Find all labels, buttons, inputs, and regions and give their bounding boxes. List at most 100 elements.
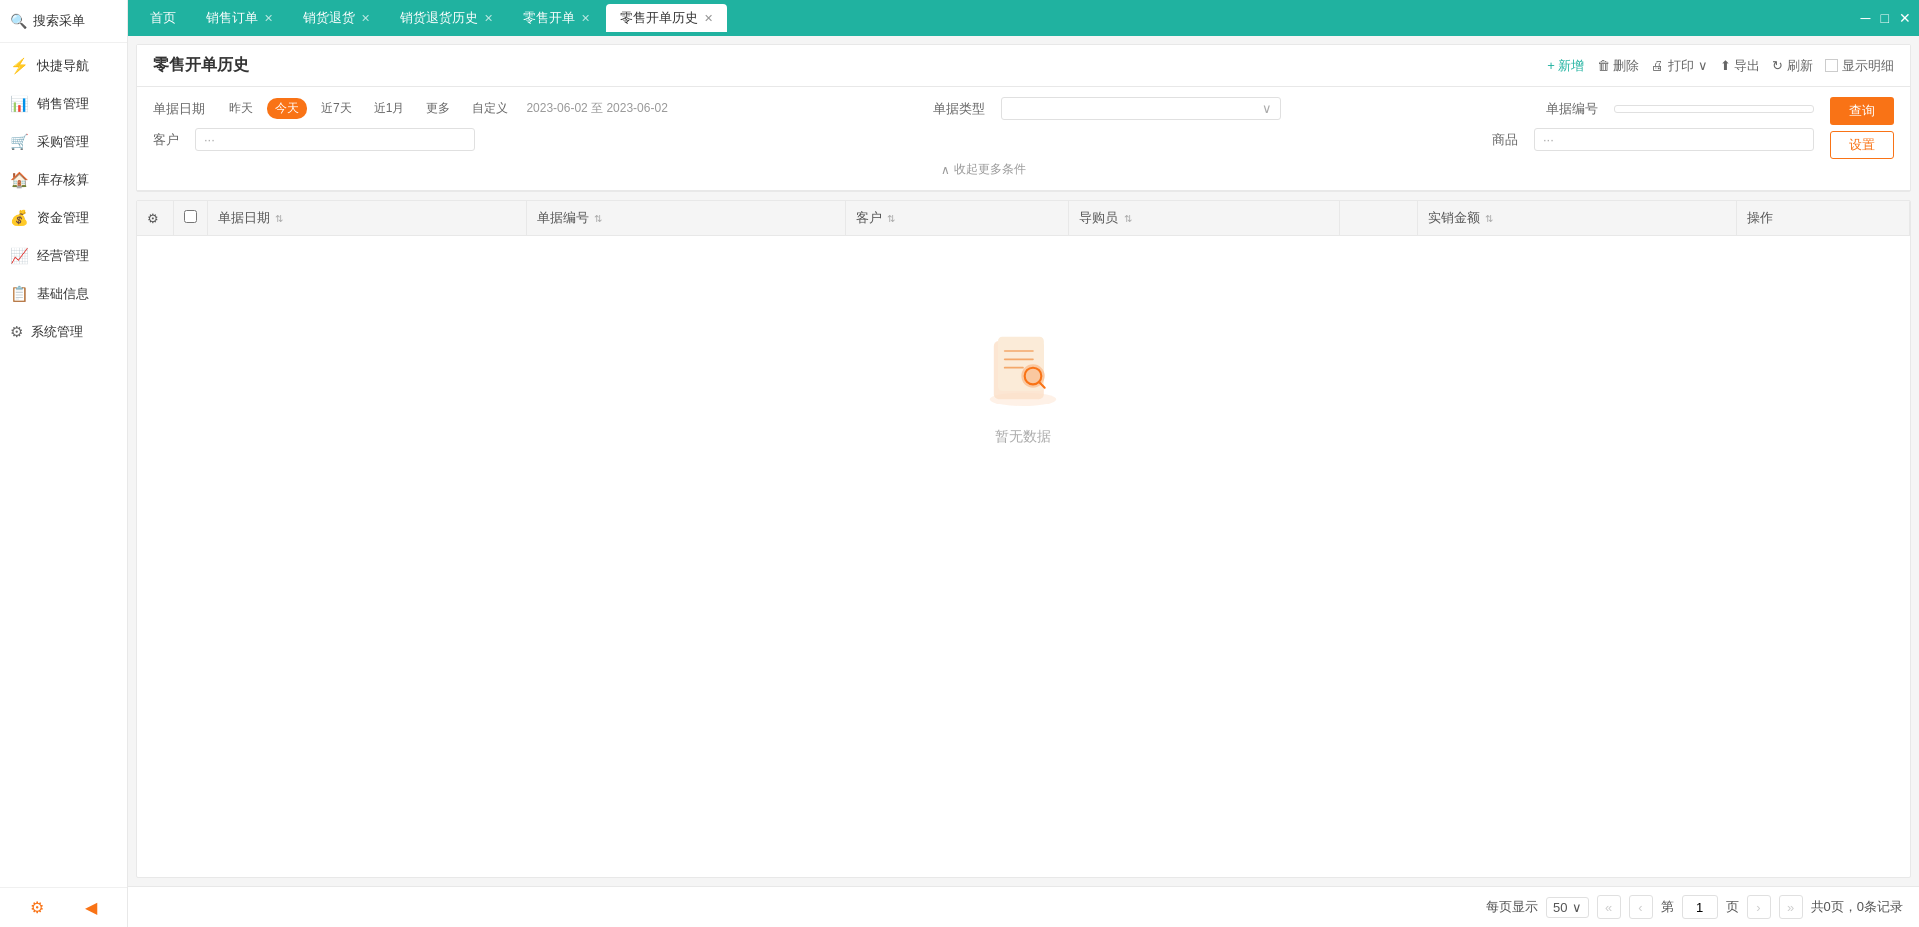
tab-sales-order-close[interactable]: ✕ <box>264 12 273 25</box>
filter-settings-button[interactable]: 设置 <box>1830 131 1894 159</box>
tab-sales-return-history-close[interactable]: ✕ <box>484 12 493 25</box>
per-page-select[interactable]: 50 ∨ <box>1546 897 1588 918</box>
sidebar-item-base-info[interactable]: 📋 基础信息 <box>0 275 127 313</box>
customer-label: 客户 <box>153 131 179 149</box>
base-info-icon: 📋 <box>10 285 29 303</box>
tab-sales-order[interactable]: 销售订单 ✕ <box>192 4 287 32</box>
date-range-display: 2023-06-02 至 2023-06-02 <box>526 100 667 117</box>
window-close-icon[interactable]: ✕ <box>1899 10 1911 26</box>
sidebar-item-inventory[interactable]: 🏠 库存核算 <box>0 161 127 199</box>
sidebar-item-sales-mgmt[interactable]: 📊 销售管理 <box>0 85 127 123</box>
select-all-checkbox[interactable] <box>184 210 197 223</box>
goods-select[interactable]: ··· <box>1534 128 1814 151</box>
search-label: 搜索采单 <box>33 12 85 30</box>
sidebar-nav: ⚡ 快捷导航 📊 销售管理 🛒 采购管理 🏠 库存核算 💰 资金管理 📈 经营管… <box>0 43 127 887</box>
operations-icon: 📈 <box>10 247 29 265</box>
doc-no-input[interactable] <box>1614 105 1814 113</box>
tab-home[interactable]: 首页 <box>136 4 190 32</box>
quick-nav-icon: ⚡ <box>10 57 29 75</box>
sort-guide-icon[interactable]: ⇅ <box>1124 213 1132 224</box>
date-btn-yesterday[interactable]: 昨天 <box>221 98 261 119</box>
tab-retail-open-close[interactable]: ✕ <box>581 12 590 25</box>
window-minimize-icon[interactable]: ─ <box>1861 10 1871 26</box>
th-checkbox[interactable] <box>173 201 207 236</box>
date-filter-buttons: 昨天 今天 近7天 近1月 更多 自定义 2023-06-02 至 2023-0… <box>221 98 668 119</box>
tabbar: 首页 销售订单 ✕ 销货退货 ✕ 销货退货历史 ✕ 零售开单 ✕ 零售开单历史 … <box>128 0 1919 36</box>
per-page-value: 50 <box>1553 900 1567 915</box>
print-dropdown-icon: ∨ <box>1698 58 1708 73</box>
purchase-mgmt-icon: 🛒 <box>10 133 29 151</box>
date-btn-today[interactable]: 今天 <box>267 98 307 119</box>
settings-footer-icon[interactable]: ⚙ <box>30 898 44 917</box>
delete-button[interactable]: 🗑 删除 <box>1597 57 1640 75</box>
display-label: 显示明细 <box>1842 57 1894 75</box>
tab-sales-return-close[interactable]: ✕ <box>361 12 370 25</box>
date-btn-last-month[interactable]: 近1月 <box>366 98 413 119</box>
last-page-btn[interactable]: » <box>1779 895 1803 919</box>
date-btn-more[interactable]: 更多 <box>418 98 458 119</box>
finance-icon: 💰 <box>10 209 29 227</box>
date-filter-label: 单据日期 <box>153 100 205 118</box>
filter-row-1: 单据日期 昨天 今天 近7天 近1月 更多 自定义 2023-06-02 至 2… <box>153 97 1814 120</box>
table-container: ⚙ 单据日期 ⇅ 单据编号 ⇅ <box>136 200 1911 878</box>
sidebar-item-finance[interactable]: 💰 资金管理 <box>0 199 127 237</box>
sort-customer-icon[interactable]: ⇅ <box>887 213 895 224</box>
sidebar-item-sys-mgmt[interactable]: ⚙ 系统管理 <box>0 313 127 351</box>
tab-sales-return-history[interactable]: 销货退货历史 ✕ <box>386 4 507 32</box>
th-doc-no: 单据编号 ⇅ <box>526 201 845 236</box>
table-settings-icon[interactable]: ⚙ <box>147 211 159 226</box>
sidebar-item-operations[interactable]: 📈 经营管理 <box>0 237 127 275</box>
sort-amount-icon[interactable]: ⇅ <box>1485 213 1493 224</box>
total-text: 共0页，0条记录 <box>1811 898 1903 916</box>
display-toggle[interactable]: 显示明细 <box>1825 57 1894 75</box>
doc-type-dropdown-icon: ∨ <box>1262 101 1272 116</box>
tab-retail-open[interactable]: 零售开单 ✕ <box>509 4 604 32</box>
sales-mgmt-icon: 📊 <box>10 95 29 113</box>
display-checkbox[interactable] <box>1825 59 1838 72</box>
collapse-filter-btn[interactable]: ∧ 收起更多条件 <box>941 159 1026 180</box>
search-icon: 🔍 <box>10 13 27 29</box>
next-page-btn[interactable]: › <box>1747 895 1771 919</box>
page-title: 零售开单历史 <box>153 55 249 76</box>
doc-no-label: 单据编号 <box>1546 100 1598 118</box>
prev-page-btn[interactable]: ‹ <box>1629 895 1653 919</box>
data-table: ⚙ 单据日期 ⇅ 单据编号 ⇅ <box>137 201 1910 526</box>
filter-and-header: 零售开单历史 + 新增 🗑 删除 🖨 打印 ∨ ⬆ 导出 ↻ 刷新 显示明细 <box>136 44 1911 192</box>
per-page-label: 每页显示 <box>1486 898 1538 916</box>
page-input[interactable] <box>1682 895 1718 919</box>
sort-doc-no-icon[interactable]: ⇅ <box>594 213 602 224</box>
th-settings[interactable]: ⚙ <box>137 201 173 236</box>
customer-select[interactable]: ··· <box>195 128 475 151</box>
th-amount: 实销金额 ⇅ <box>1417 201 1736 236</box>
sidebar-item-label: 采购管理 <box>37 133 89 151</box>
date-btn-custom[interactable]: 自定义 <box>464 98 516 119</box>
refresh-button[interactable]: ↻ 刷新 <box>1772 57 1813 75</box>
sort-date-icon[interactable]: ⇅ <box>275 213 283 224</box>
no-data-text: 暂无数据 <box>995 428 1051 446</box>
doc-type-select[interactable]: ∨ <box>1001 97 1281 120</box>
pagination: 每页显示 50 ∨ « ‹ 第 页 › » 共0页，0条记录 <box>128 886 1919 927</box>
tab-retail-open-history-close[interactable]: ✕ <box>704 12 713 25</box>
tab-sales-return[interactable]: 销货退货 ✕ <box>289 4 384 32</box>
sidebar-footer: ⚙ ◀ <box>0 887 127 927</box>
window-controls: ─ □ ✕ <box>1861 10 1911 26</box>
query-button[interactable]: 查询 <box>1830 97 1894 125</box>
print-button[interactable]: 🖨 打印 ∨ <box>1651 57 1708 75</box>
tab-retail-open-history[interactable]: 零售开单历史 ✕ <box>606 4 727 32</box>
table-header-row: ⚙ 单据日期 ⇅ 单据编号 ⇅ <box>137 201 1910 236</box>
sidebar-item-quick-nav[interactable]: ⚡ 快捷导航 <box>0 47 127 85</box>
export-button[interactable]: ⬆ 导出 <box>1720 57 1761 75</box>
collapse-label: 收起更多条件 <box>954 161 1026 178</box>
collapse-sidebar-icon[interactable]: ◀ <box>85 898 97 917</box>
tab-home-label: 首页 <box>150 9 176 27</box>
date-btn-last7[interactable]: 近7天 <box>313 98 360 119</box>
window-maximize-icon[interactable]: □ <box>1881 10 1889 26</box>
tab-sales-order-label: 销售订单 <box>206 9 258 27</box>
first-page-btn[interactable]: « <box>1597 895 1621 919</box>
sidebar-item-label: 销售管理 <box>37 95 89 113</box>
search-bar[interactable]: 🔍 搜索采单 <box>0 0 127 43</box>
sidebar-item-purchase-mgmt[interactable]: 🛒 采购管理 <box>0 123 127 161</box>
sidebar-item-label: 库存核算 <box>37 171 89 189</box>
filter-area: 单据日期 昨天 今天 近7天 近1月 更多 自定义 2023-06-02 至 2… <box>137 87 1910 191</box>
add-button[interactable]: + 新增 <box>1547 57 1584 75</box>
